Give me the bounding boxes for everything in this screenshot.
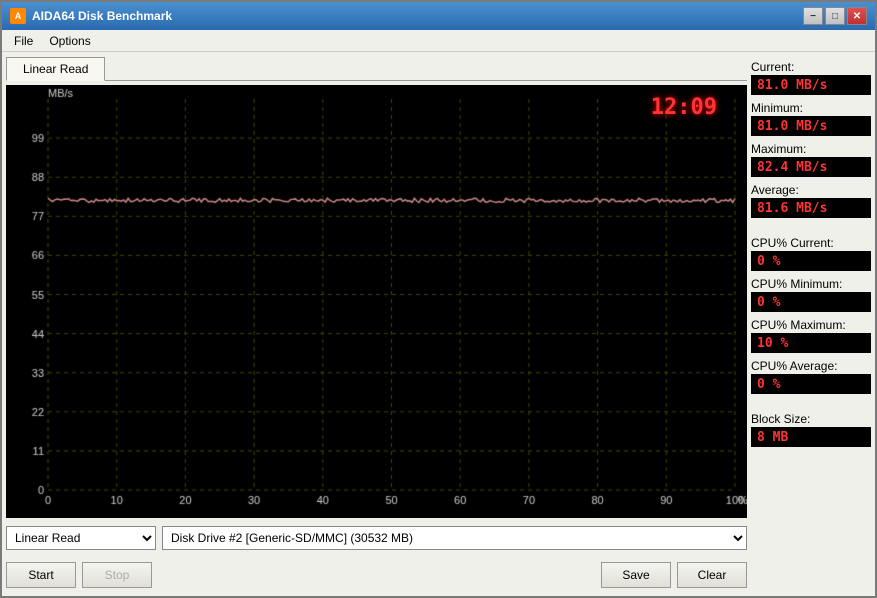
stat-cpu-maximum: CPU% Maximum: 10 % (751, 318, 871, 353)
close-button[interactable]: ✕ (847, 7, 867, 25)
test-type-dropdown[interactable]: Linear Read (6, 526, 156, 550)
average-label: Average: (751, 183, 871, 197)
stop-button[interactable]: Stop (82, 562, 152, 588)
cpu-minimum-label: CPU% Minimum: (751, 277, 871, 291)
stat-minimum: Minimum: 81.0 MB/s (751, 101, 871, 136)
title-bar: A AIDA64 Disk Benchmark − □ ✕ (2, 2, 875, 30)
stat-block-size: Block Size: 8 MB (751, 412, 871, 447)
minimum-label: Minimum: (751, 101, 871, 115)
stat-average: Average: 81.6 MB/s (751, 183, 871, 218)
average-value: 81.6 MB/s (751, 198, 871, 218)
cpu-current-value: 0 % (751, 251, 871, 271)
minimize-button[interactable]: − (803, 7, 823, 25)
app-icon: A (10, 8, 26, 24)
menu-options[interactable]: Options (41, 32, 98, 50)
chart-canvas (6, 85, 747, 518)
title-bar-left: A AIDA64 Disk Benchmark (10, 8, 172, 24)
tab-linear-read[interactable]: Linear Read (6, 57, 105, 81)
cpu-current-label: CPU% Current: (751, 236, 871, 250)
menu-file[interactable]: File (6, 32, 41, 50)
content-area: Linear Read 12:09 Linear Read Disk Drive… (2, 52, 875, 596)
tab-bar: Linear Read (6, 56, 747, 81)
right-panel: Current: 81.0 MB/s Minimum: 81.0 MB/s Ma… (751, 56, 871, 592)
stat-cpu-current: CPU% Current: 0 % (751, 236, 871, 271)
cpu-average-value: 0 % (751, 374, 871, 394)
title-controls: − □ ✕ (803, 7, 867, 25)
window-title: AIDA64 Disk Benchmark (32, 9, 172, 23)
cpu-maximum-label: CPU% Maximum: (751, 318, 871, 332)
maximize-button[interactable]: □ (825, 7, 845, 25)
disk-dropdown[interactable]: Disk Drive #2 [Generic-SD/MMC] (30532 MB… (162, 526, 747, 550)
bottom-controls: Linear Read Disk Drive #2 [Generic-SD/MM… (6, 522, 747, 554)
chart-container: 12:09 (6, 85, 747, 518)
save-button[interactable]: Save (601, 562, 671, 588)
current-label: Current: (751, 60, 871, 74)
block-size-label: Block Size: (751, 412, 871, 426)
cpu-maximum-value: 10 % (751, 333, 871, 353)
stat-maximum: Maximum: 82.4 MB/s (751, 142, 871, 177)
clear-button[interactable]: Clear (677, 562, 747, 588)
stat-current: Current: 81.0 MB/s (751, 60, 871, 95)
stat-cpu-average: CPU% Average: 0 % (751, 359, 871, 394)
minimum-value: 81.0 MB/s (751, 116, 871, 136)
menu-bar: File Options (2, 30, 875, 52)
start-button[interactable]: Start (6, 562, 76, 588)
current-value: 81.0 MB/s (751, 75, 871, 95)
block-size-value: 8 MB (751, 427, 871, 447)
main-window: A AIDA64 Disk Benchmark − □ ✕ File Optio… (0, 0, 877, 598)
main-panel: Linear Read 12:09 Linear Read Disk Drive… (6, 56, 747, 592)
maximum-value: 82.4 MB/s (751, 157, 871, 177)
maximum-label: Maximum: (751, 142, 871, 156)
cpu-minimum-value: 0 % (751, 292, 871, 312)
action-buttons: Start Stop Save Clear (6, 558, 747, 592)
stat-cpu-minimum: CPU% Minimum: 0 % (751, 277, 871, 312)
cpu-average-label: CPU% Average: (751, 359, 871, 373)
